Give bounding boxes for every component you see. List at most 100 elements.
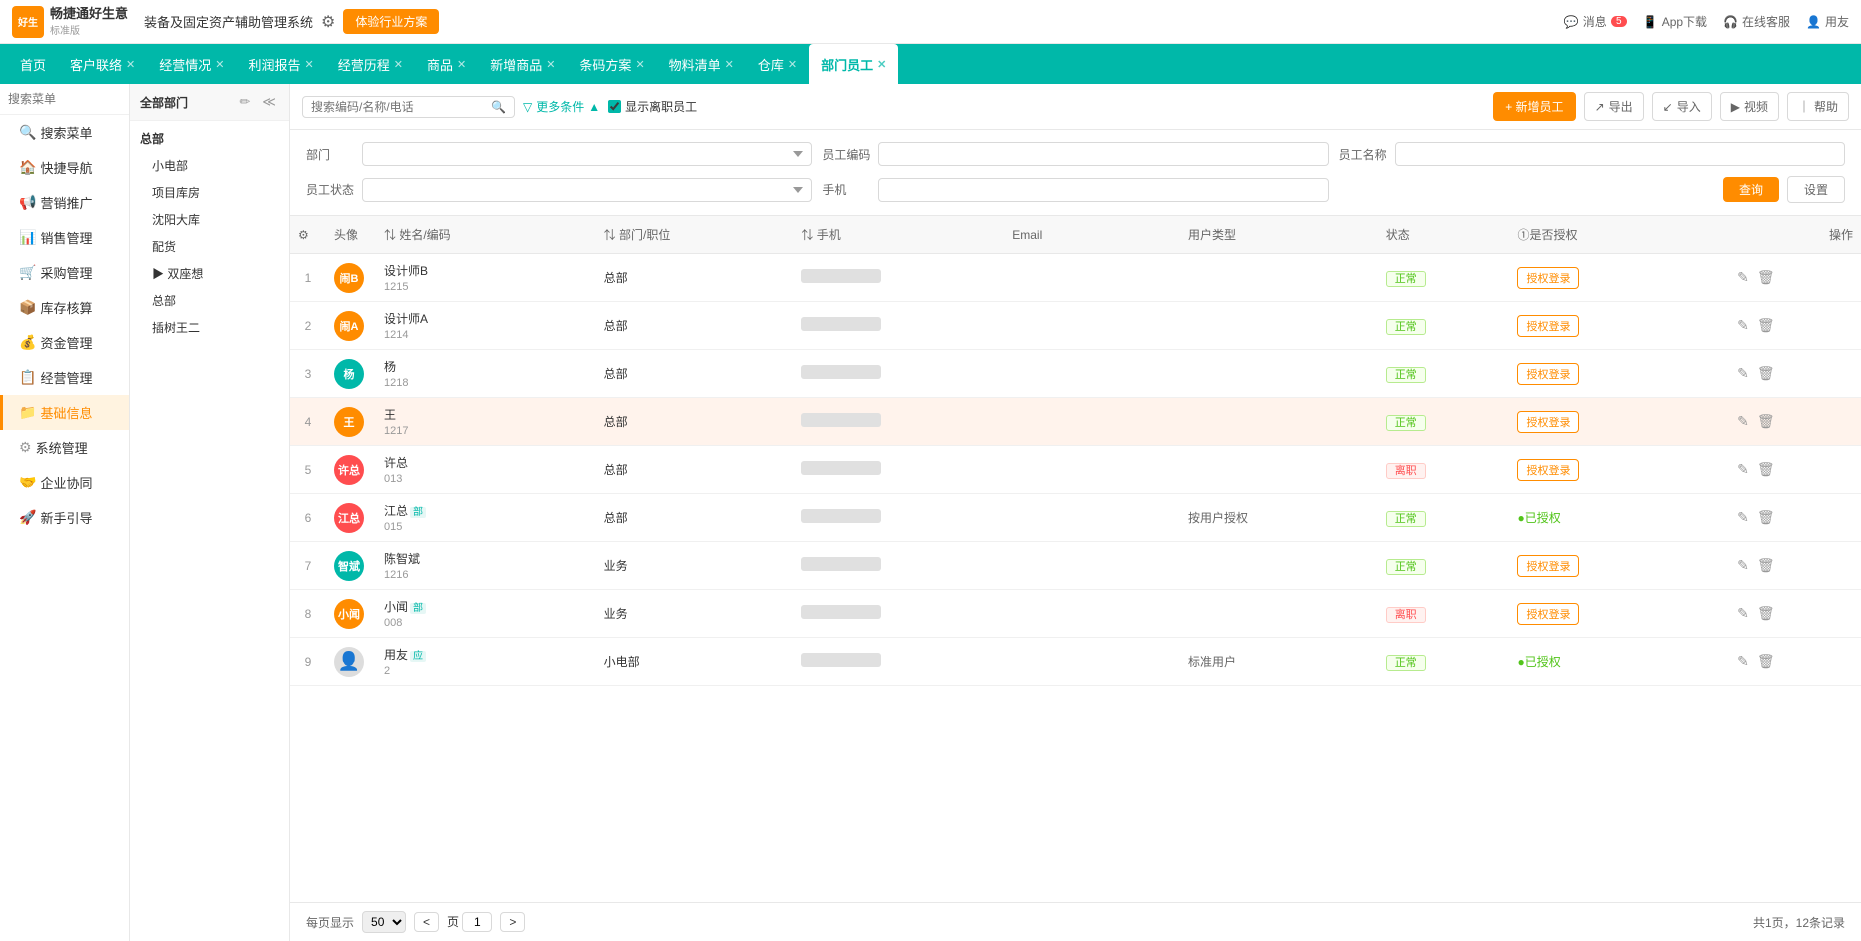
edit-button[interactable]: ✎ (1737, 413, 1749, 430)
col-settings[interactable]: ⚙ (290, 216, 326, 254)
nav-item-利润报告[interactable]: 利润报告✕ (236, 44, 325, 84)
sidebar-item-搜索菜单[interactable]: 🔍搜索菜单 (0, 115, 129, 150)
nav-item-客户联络[interactable]: 客户联络✕ (58, 44, 147, 84)
prev-page-button[interactable]: < (414, 912, 439, 932)
nav-item-部门员工[interactable]: 部门员工✕ (809, 44, 898, 84)
delete-button[interactable]: 🗑 (1757, 653, 1775, 670)
dept-node-总部[interactable]: 总部 (130, 287, 289, 314)
nav-item-新增商品[interactable]: 新增商品✕ (478, 44, 567, 84)
delete-button[interactable]: 🗑 (1757, 317, 1775, 334)
delete-button[interactable]: 🗑 (1757, 461, 1775, 478)
sidebar-item-系统管理[interactable]: ⚙系统管理 (0, 430, 129, 465)
authorize-button[interactable]: 授权登录 (1517, 411, 1579, 433)
next-page-button[interactable]: > (500, 912, 525, 932)
delete-button[interactable]: 🗑 (1757, 509, 1775, 526)
edit-button[interactable]: ✎ (1737, 653, 1749, 670)
sidebar-item-快捷导航[interactable]: 🏠快捷导航 (0, 150, 129, 185)
delete-button[interactable]: 🗑 (1757, 365, 1775, 382)
dept-filter-select[interactable] (362, 142, 812, 166)
import-button[interactable]: ↙ 导入 (1652, 92, 1712, 121)
nav-close-icon[interactable]: ✕ (788, 58, 797, 71)
export-button[interactable]: ↗ 导出 (1584, 92, 1644, 121)
edit-button[interactable]: ✎ (1737, 557, 1749, 574)
settings-icon[interactable]: ⚙ (321, 12, 335, 32)
sidebar-item-库存核算[interactable]: 📦库存核算 (0, 290, 129, 325)
delete-button[interactable]: 🗑 (1757, 557, 1775, 574)
sidebar-item-企业协同[interactable]: 🤝企业协同 (0, 465, 129, 500)
nav-close-icon[interactable]: ✕ (126, 58, 135, 71)
nav-item-条码方案[interactable]: 条码方案✕ (567, 44, 656, 84)
current-page-input[interactable] (462, 912, 492, 932)
nav-item-经营历程[interactable]: 经营历程✕ (326, 44, 415, 84)
nav-close-icon[interactable]: ✕ (546, 58, 555, 71)
online-service-action[interactable]: 🎧 在线客服 (1723, 13, 1790, 30)
show-resigned-wrap[interactable]: 显示离职员工 (608, 98, 697, 115)
message-action[interactable]: 💬 消息 5 (1564, 13, 1627, 30)
edit-button[interactable]: ✎ (1737, 461, 1749, 478)
edit-button[interactable]: ✎ (1737, 269, 1749, 286)
nav-close-icon[interactable]: ✕ (635, 58, 644, 71)
emp-code-filter-input[interactable] (878, 142, 1328, 166)
user-action[interactable]: 👤 用友 (1806, 13, 1849, 30)
emp-status-filter-select[interactable] (362, 178, 812, 202)
app-download-action[interactable]: 📱 App下载 (1643, 13, 1707, 30)
sidebar-item-基础信息[interactable]: 📁基础信息 (0, 395, 129, 430)
nav-close-icon[interactable]: ✕ (457, 58, 466, 71)
show-resigned-checkbox[interactable] (608, 100, 621, 113)
nav-item-物料清单[interactable]: 物料清单✕ (657, 44, 746, 84)
col-phone[interactable]: ⇅ 手机 (793, 216, 1004, 254)
reset-button[interactable]: 设置 (1787, 176, 1845, 203)
view-button[interactable]: ▶ 视频 (1720, 92, 1779, 121)
authorize-button[interactable]: 授权登录 (1517, 315, 1579, 337)
dept-node-总部[interactable]: 总部 (130, 125, 289, 152)
search-button[interactable]: 查询 (1723, 177, 1779, 202)
delete-button[interactable]: 🗑 (1757, 269, 1775, 286)
edit-button[interactable]: ✎ (1737, 605, 1749, 622)
nav-close-icon[interactable]: ✕ (725, 58, 734, 71)
dept-node-项目库房[interactable]: 项目库房 (130, 179, 289, 206)
sidebar-item-采购管理[interactable]: 🛒采购管理 (0, 255, 129, 290)
nav-close-icon[interactable]: ✕ (215, 58, 224, 71)
phone-filter-input[interactable] (878, 178, 1328, 202)
nav-close-icon[interactable]: ✕ (877, 58, 886, 71)
nav-item-仓库[interactable]: 仓库✕ (746, 44, 809, 84)
authorize-button[interactable]: 授权登录 (1517, 459, 1579, 481)
dept-node-配货[interactable]: 配货 (130, 233, 289, 260)
dept-collapse-btn[interactable]: ≪ (259, 92, 279, 112)
col-name[interactable]: ⇅ 姓名/编码 (376, 216, 596, 254)
edit-button[interactable]: ✎ (1737, 317, 1749, 334)
sidebar-search-input[interactable] (8, 92, 130, 106)
dept-node-小电部[interactable]: 小电部 (130, 152, 289, 179)
authorize-button[interactable]: 授权登录 (1517, 363, 1579, 385)
nav-close-icon[interactable]: ✕ (305, 58, 314, 71)
delete-button[interactable]: 🗑 (1757, 605, 1775, 622)
search-input-wrap[interactable]: 🔍 (302, 96, 515, 118)
more-filter-btn[interactable]: ▽ 更多条件 ▲ (523, 98, 600, 115)
help-button[interactable]: ｜ 帮助 (1787, 92, 1849, 121)
nav-item-商品[interactable]: 商品✕ (415, 44, 478, 84)
edit-button[interactable]: ✎ (1737, 509, 1749, 526)
dept-edit-btn[interactable]: ✏ (235, 92, 255, 112)
search-input[interactable] (311, 100, 491, 114)
per-page-select[interactable]: 50 (362, 911, 406, 933)
sidebar-item-经营管理[interactable]: 📋经营管理 (0, 360, 129, 395)
edit-button[interactable]: ✎ (1737, 365, 1749, 382)
add-employee-button[interactable]: + 新增员工 (1493, 92, 1575, 121)
col-dept[interactable]: ⇅ 部门/职位 (596, 216, 794, 254)
dept-node-沈阳大库[interactable]: 沈阳大库 (130, 206, 289, 233)
sidebar-item-销售管理[interactable]: 📊销售管理 (0, 220, 129, 255)
authorize-button[interactable]: 授权登录 (1517, 603, 1579, 625)
dept-node-双座想[interactable]: ▶ 双座想 (130, 260, 289, 287)
nav-item-经营情况[interactable]: 经营情况✕ (147, 44, 236, 84)
trial-button[interactable]: 体验行业方案 (343, 9, 439, 34)
sidebar-item-新手引导[interactable]: 🚀新手引导 (0, 500, 129, 535)
emp-name-filter-input[interactable] (1395, 142, 1845, 166)
nav-close-icon[interactable]: ✕ (394, 58, 403, 71)
authorize-button[interactable]: 授权登录 (1517, 555, 1579, 577)
sidebar-item-资金管理[interactable]: 💰资金管理 (0, 325, 129, 360)
dept-node-插树王二[interactable]: 插树王二 (130, 314, 289, 341)
delete-button[interactable]: 🗑 (1757, 413, 1775, 430)
authorize-button[interactable]: 授权登录 (1517, 267, 1579, 289)
nav-item-首页[interactable]: 首页 (8, 44, 58, 84)
sidebar-item-营销推广[interactable]: 📢营销推广 (0, 185, 129, 220)
